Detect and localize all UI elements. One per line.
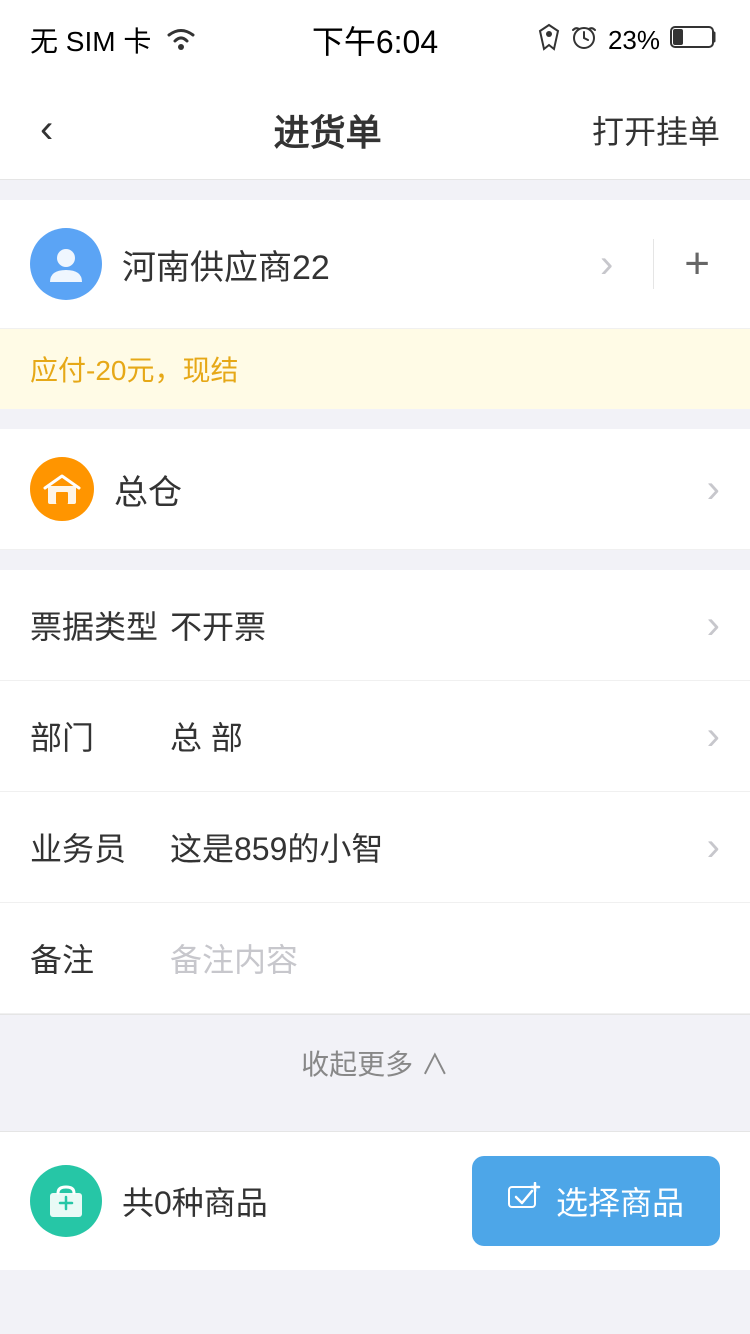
supplier-avatar — [30, 228, 102, 300]
invoice-key: 票据类型 — [30, 602, 170, 648]
collapse-label: 收起更多 ∧ — [301, 1043, 449, 1083]
notice-bar: 应付-20元，现结 — [0, 329, 750, 409]
warehouse-section: 总仓 — [0, 429, 750, 550]
collapse-row[interactable]: 收起更多 ∧ — [0, 1014, 750, 1111]
status-time: 下午6:04 — [312, 17, 438, 63]
remark-key: 备注 — [30, 935, 170, 981]
salesman-row[interactable]: 业务员 这是859的小智 — [0, 792, 750, 903]
warehouse-icon — [30, 457, 94, 521]
salesman-value: 这是859的小智 — [170, 824, 707, 870]
select-product-button[interactable]: 选择商品 — [472, 1156, 720, 1246]
select-product-icon — [508, 1182, 544, 1220]
carrier-label: 无 SIM 卡 — [30, 20, 151, 60]
product-count: 共0种商品 — [122, 1178, 472, 1224]
battery-percentage: 23% — [608, 25, 660, 56]
supplier-arrow-icon — [600, 242, 613, 287]
department-key: 部门 — [30, 713, 170, 759]
location-icon — [538, 23, 560, 58]
warehouse-arrow-icon — [707, 467, 720, 512]
invoice-row[interactable]: 票据类型 不开票 — [0, 570, 750, 681]
department-row[interactable]: 部门 总 部 — [0, 681, 750, 792]
notice-text: 应付-20元，现结 — [30, 355, 238, 386]
department-value: 总 部 — [170, 713, 707, 759]
select-product-label: 选择商品 — [556, 1178, 684, 1224]
supplier-name: 河南供应商22 — [122, 240, 600, 289]
alarm-icon — [570, 23, 598, 58]
invoice-arrow-icon — [707, 603, 720, 648]
back-button[interactable]: ‹ — [30, 97, 63, 162]
divider — [653, 239, 654, 289]
wifi-icon — [163, 23, 199, 58]
add-supplier-button[interactable]: + — [674, 239, 720, 289]
section-gap-2 — [0, 409, 750, 429]
status-bar: 无 SIM 卡 下午6:04 — [0, 0, 750, 80]
battery-icon — [670, 24, 720, 57]
product-icon — [30, 1165, 102, 1237]
status-left: 无 SIM 卡 — [30, 20, 199, 60]
open-pending-button[interactable]: 打开挂单 — [592, 107, 720, 153]
invoice-value: 不开票 — [170, 602, 707, 648]
section-gap-1 — [0, 180, 750, 200]
supplier-row[interactable]: 河南供应商22 + — [0, 200, 750, 329]
form-section: 票据类型 不开票 部门 总 部 业务员 这是859的小智 备注 备注内容 — [0, 570, 750, 1014]
nav-bar: ‹ 进货单 打开挂单 — [0, 80, 750, 180]
page-title: 进货单 — [274, 104, 382, 156]
remark-row[interactable]: 备注 备注内容 — [0, 903, 750, 1014]
status-right: 23% — [538, 23, 720, 58]
section-gap-3 — [0, 550, 750, 570]
salesman-key: 业务员 — [30, 824, 170, 870]
remark-input[interactable]: 备注内容 — [170, 935, 720, 981]
warehouse-name: 总仓 — [114, 465, 707, 514]
salesman-arrow-icon — [707, 825, 720, 870]
bottom-bar: 共0种商品 选择商品 — [0, 1131, 750, 1270]
department-arrow-icon — [707, 714, 720, 759]
warehouse-row[interactable]: 总仓 — [0, 429, 750, 550]
section-gap-4 — [0, 1111, 750, 1131]
supplier-section: 河南供应商22 + 应付-20元，现结 — [0, 200, 750, 409]
